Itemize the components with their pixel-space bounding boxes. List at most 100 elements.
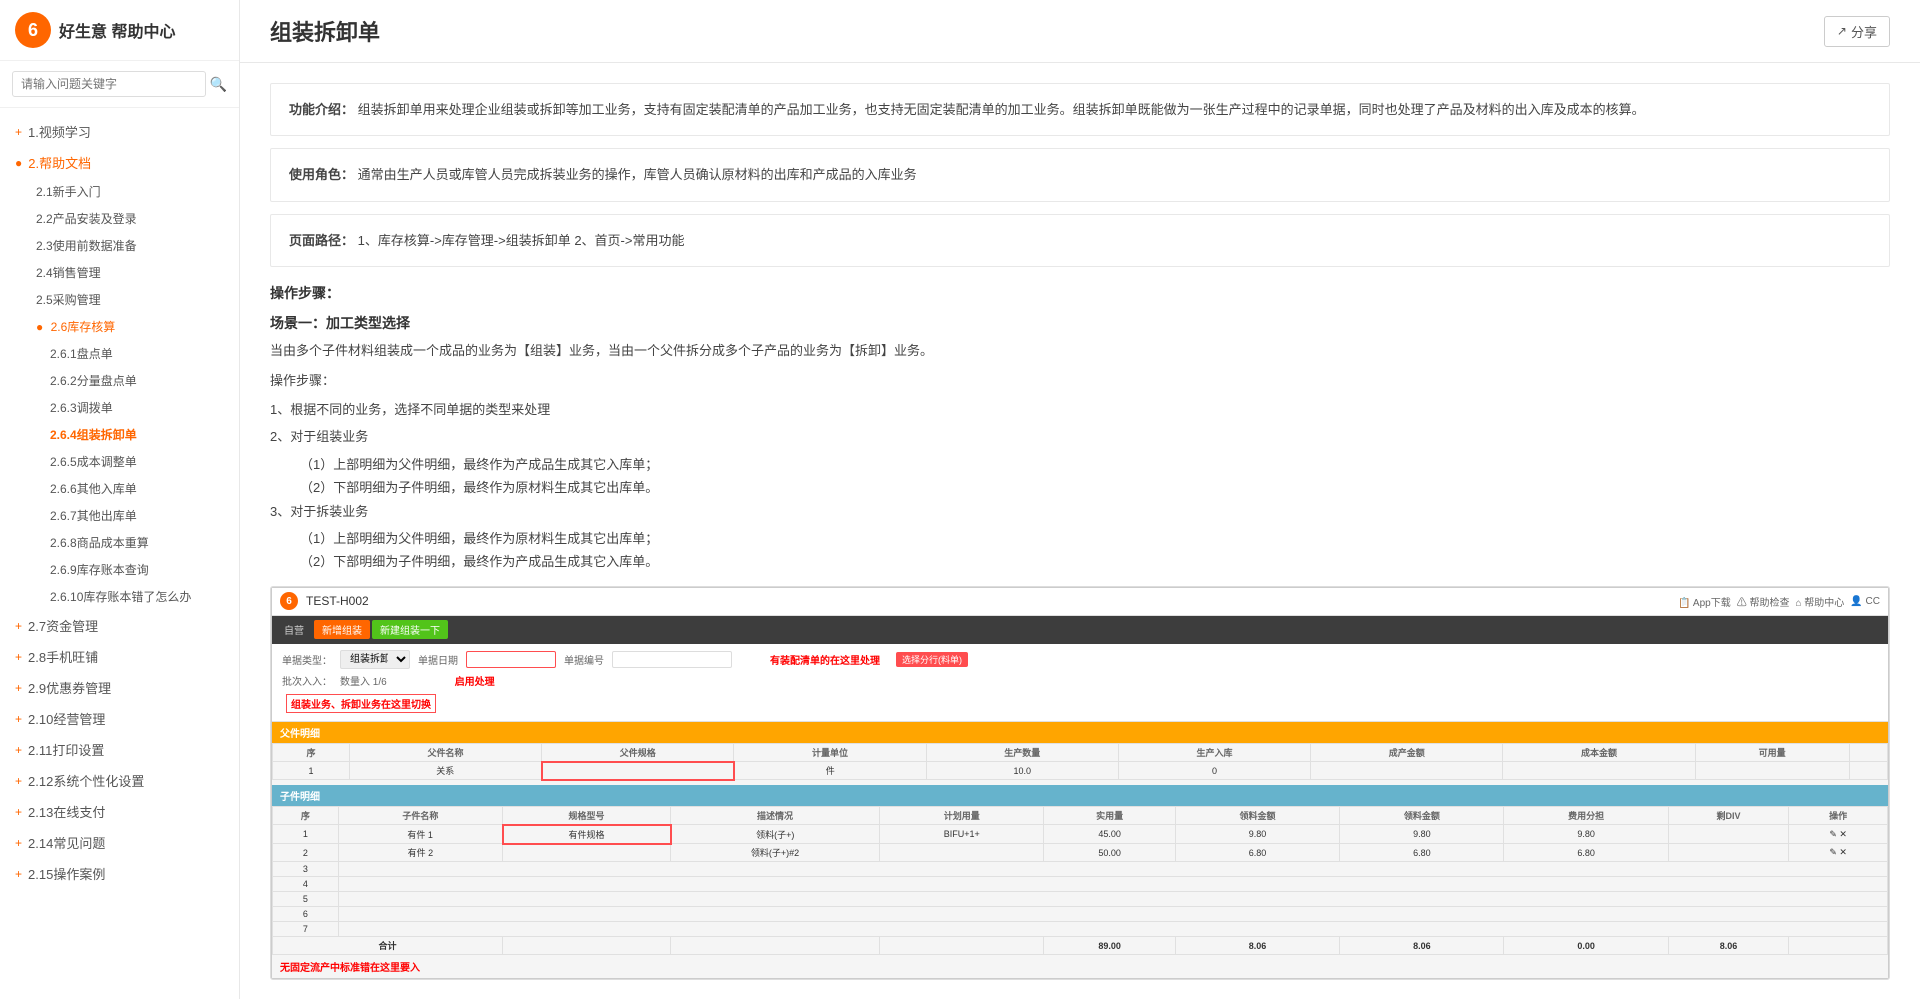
screenshot-container: 6 TEST-H002 📋 App下载 ⚠ 帮助检查 ⌂ 帮助中心 👤 CC 自… [270,586,1890,981]
lower-table-row7: 7 [273,922,1888,937]
app-form-row2: 批次入入： 数量入 1/6 启用处理 [282,673,1878,688]
sidebar-item-stock265[interactable]: 2.6.5成本调整单 [0,448,239,475]
sidebar-item-prepare[interactable]: 2.3使用前数据准备 [0,232,239,259]
lower-r2-seq: 2 [273,844,339,862]
lower-r4-seq: 4 [273,877,339,892]
lower-r2-cost: 6.80 [1504,844,1668,862]
upper-th-avail: 可用量 [1695,743,1849,762]
lower-r1-seq: 1 [273,825,339,844]
lower-table-header-row: 序 子件名称 规格型号 描述情况 计划用量 实用量 领料金额 领料金额 费用分担… [273,806,1888,825]
upper-td-qty: 10.0 [926,762,1118,780]
sidebar-item-stock266[interactable]: 2.6.6其他入库单 [0,475,239,502]
form-order-input[interactable] [612,651,732,668]
lower-r3-seq: 3 [273,862,339,877]
logo-icon: 6 [15,12,51,48]
main-area: 组装拆卸单 ↗ 分享 功能介绍： 组装拆卸单用来处理企业组装或拆卸等加工业务，支… [240,0,1920,999]
plus-icon: + [15,125,22,139]
lower-r1-spec: 有件规格 [503,825,671,844]
search-button[interactable]: 🔍 [210,76,227,93]
minus-icon: ● [15,156,22,170]
sidebar-item-online[interactable]: + 2.13在线支付 [0,796,239,827]
upper-section-header: 父件明细 [272,722,1888,743]
app-screenshot: 6 TEST-H002 📋 App下载 ⚠ 帮助检查 ⌂ 帮助中心 👤 CC 自… [271,587,1889,980]
sidebar-item-mobile[interactable]: + 2.8手机旺铺 [0,641,239,672]
upper-table: 序 父件名称 父件规格 计量单位 生产数量 生产入库 成产金额 成本金额 可用量 [272,743,1888,781]
lower-th-rest: 剩DIV [1668,806,1789,825]
minus-icon-stock: ● [36,320,43,334]
plus-icon-mobile: + [15,650,22,664]
lower-r6-seq: 6 [273,907,339,922]
lower-r2-amt1: 6.80 [1175,844,1339,862]
lower-r2-name: 有件 2 [338,844,502,862]
role-text: 通常由生产人员或库管人员完成拆装业务的操作，库管人员确认原材料的出库和产成品的入… [358,167,917,182]
plus-icon-cases: + [15,867,22,881]
sidebar-item-new[interactable]: 2.1新手入门 [0,178,239,205]
sidebar-item-stock267[interactable]: 2.6.7其他出库单 [0,502,239,529]
sidebar-item-purchase[interactable]: 2.5采购管理 [0,286,239,313]
sidebar-item-print[interactable]: + 2.11打印设置 [0,734,239,765]
sidebar-item-finance[interactable]: + 2.7资金管理 [0,610,239,641]
lower-th-spec: 规格型号 [503,806,671,825]
sidebar-item-coupon[interactable]: + 2.9优惠券管理 [0,672,239,703]
sidebar-item-stock269[interactable]: 2.6.9库存账本查询 [0,556,239,583]
sidebar-item-cases[interactable]: + 2.15操作案例 [0,858,239,889]
sidebar-item-stock264[interactable]: 2.6.4组装拆卸单 [0,421,239,448]
sidebar-item-sales[interactable]: 2.4销售管理 [0,259,239,286]
sidebar-item-custom[interactable]: + 2.12系统个性化设置 [0,765,239,796]
plus-icon-mgmt: + [15,712,22,726]
app-topbar-right: 📋 App下载 ⚠ 帮助检查 ⌂ 帮助中心 👤 CC [1678,594,1880,609]
sidebar-item-mgmt[interactable]: + 2.10经营管理 [0,703,239,734]
total-op [1789,937,1888,955]
app-topbar-id: TEST-H002 [306,594,369,608]
lower-table: 序 子件名称 规格型号 描述情况 计划用量 实用量 领料金额 领料金额 费用分担… [272,806,1888,956]
form-type-select[interactable]: 组装拆卸 [340,650,410,669]
page-title: 组装拆卸单 [270,15,380,47]
lower-th-plan: 计划用量 [880,806,1044,825]
plus-icon-online: + [15,805,22,819]
sidebar-item-stock261[interactable]: 2.6.1盘点单 [0,340,239,367]
form-date-input[interactable] [466,651,556,668]
sidebar-item-stock263[interactable]: 2.6.3调拨单 [0,394,239,421]
path-label: 页面路径： [289,233,354,248]
sidebar-item-stock268[interactable]: 2.6.8商品成本重算 [0,529,239,556]
sidebar-item-docs[interactable]: ● 2.帮助文档 [0,147,239,178]
app-nav-new[interactable]: 新增组装 [314,620,370,639]
search-input[interactable] [12,71,206,97]
form-qty-label: 批次入入： [282,673,332,688]
main-header: 组装拆卸单 ↗ 分享 [240,0,1920,63]
sidebar-item-stock262[interactable]: 2.6.2分量盘点单 [0,367,239,394]
total-actual: 89.00 [1044,937,1175,955]
lower-r2-plan [880,844,1044,862]
sidebar-item-stock2610[interactable]: 2.6.10库存账本错了怎么办 [0,583,239,610]
lower-r5-seq: 5 [273,892,339,907]
app-nav-new-btn[interactable]: 新建组装一下 [372,620,448,639]
sidebar-item-stock[interactable]: ● 2.6库存核算 [0,313,239,340]
app-nav-self[interactable]: 自营 [276,620,312,639]
lower-table-row4: 4 [273,877,1888,892]
scenario1-title: 场景一：加工类型选择 [270,313,1890,333]
lower-r2-rest [1668,844,1789,862]
search-box[interactable]: 🔍 [0,61,239,108]
app-form-row1: 单据类型： 组装拆卸 单据日期 单据编号 有装配清单的在这里处理 选择分行(料单… [282,650,1878,669]
app-topbar: 6 TEST-H002 📋 App下载 ⚠ 帮助检查 ⌂ 帮助中心 👤 CC [272,588,1888,616]
lower-th-amt1: 领料金额 [1175,806,1339,825]
sidebar-item-faq[interactable]: + 2.14常见问题 [0,827,239,858]
lower-r1-plan: BIFU+1+ [880,825,1044,844]
lower-th-seq: 序 [273,806,339,825]
upper-td-unit: 件 [734,762,926,780]
lower-r2-amt2: 6.80 [1340,844,1504,862]
share-button[interactable]: ↗ 分享 [1824,16,1890,47]
step3-sub1: （1）上部明细为父件明细，最终作为原材料生成其它出库单； [270,527,1890,550]
sidebar-item-video[interactable]: + 1.视频学习 [0,116,239,147]
lower-section-header: 子件明细 [272,785,1888,806]
step2-sub2: （2）下部明细为子件明细，最终作为原材料生成其它出库单。 [270,476,1890,499]
step2: 2、对于组装业务 [270,425,1890,448]
lower-r3-empty [338,862,1887,877]
sidebar-item-install[interactable]: 2.2产品安装及登录 [0,205,239,232]
annotation1-btn[interactable]: 选择分行(料单) [896,652,968,667]
steps-title: 操作步骤： [270,283,1890,303]
upper-th-unit: 计量单位 [734,743,926,762]
intro-label: 功能介绍： [289,102,354,117]
sidebar: 6 好生意 帮助中心 🔍 + 1.视频学习 ● 2.帮助文档 2.1新手入门 2… [0,0,240,999]
lower-r5-empty [338,892,1887,907]
